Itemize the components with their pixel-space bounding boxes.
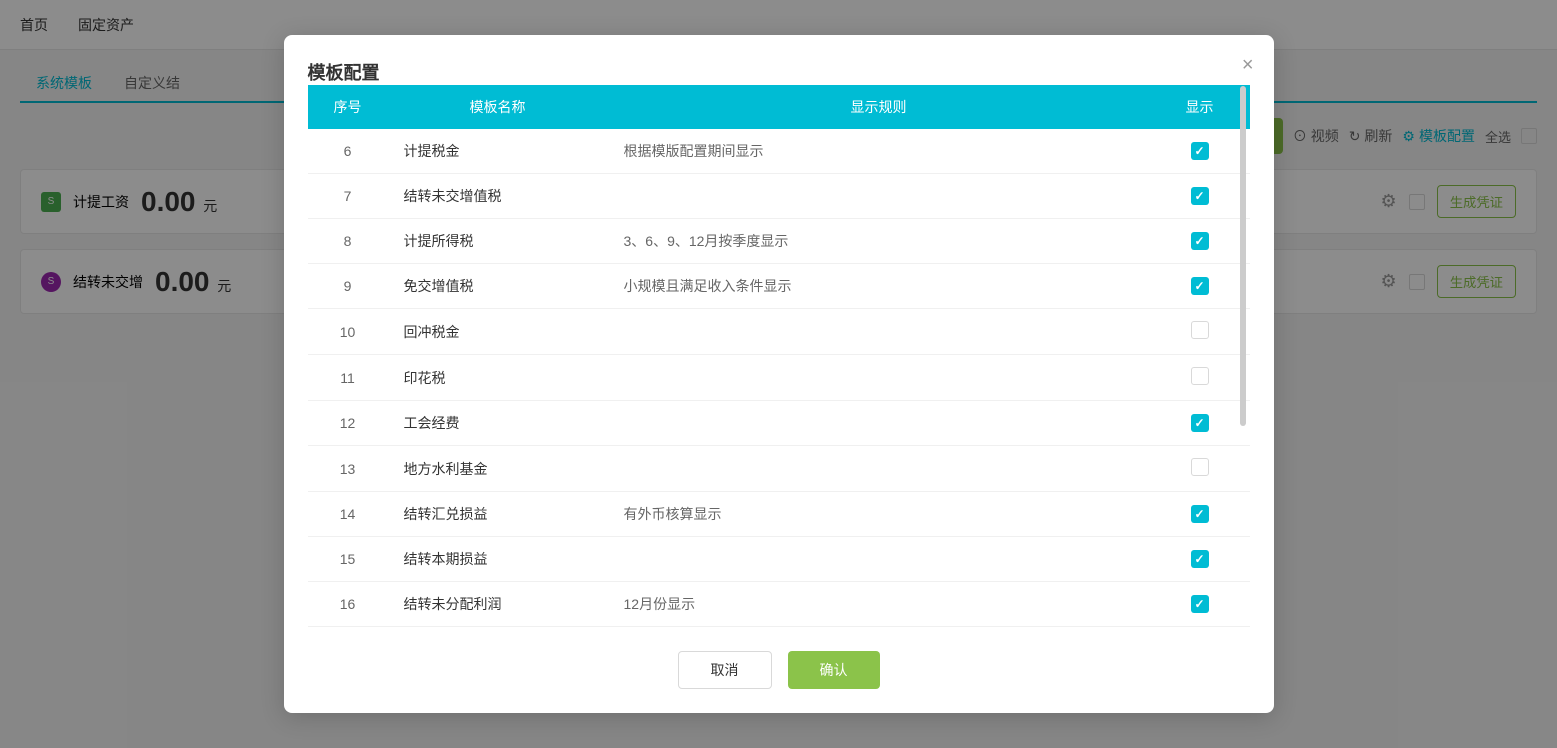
cell-name: 结转本期损益 — [388, 537, 608, 582]
modal-overlay: 模板配置 × 序号 模板名称 显示规则 显示 6计提税金根据模版配置期间显示7结… — [0, 0, 1557, 748]
cell-rule — [608, 355, 1150, 401]
table-row: 7结转未交增值税 — [308, 174, 1250, 219]
scroll-thumb — [1240, 86, 1246, 426]
cell-name: 计提税金 — [388, 129, 608, 174]
cell-id: 10 — [308, 309, 388, 355]
cell-rule — [608, 537, 1150, 582]
table-header-row: 序号 模板名称 显示规则 显示 — [308, 85, 1250, 129]
checkbox-row-12[interactable] — [1191, 414, 1209, 432]
cell-checkbox — [1150, 401, 1250, 446]
table-row: 14结转汇兑损益有外币核算显示 — [308, 492, 1250, 537]
cell-rule — [608, 309, 1150, 355]
table-row: 10回冲税金 — [308, 309, 1250, 355]
modal-close-button[interactable]: × — [1242, 55, 1254, 75]
cell-id: 11 — [308, 355, 388, 401]
cell-rule: 12月份显示 — [608, 582, 1150, 627]
cell-id: 7 — [308, 174, 388, 219]
table-row: 12工会经费 — [308, 401, 1250, 446]
modal-footer: 取消 确认 — [308, 651, 1250, 689]
cell-checkbox — [1150, 582, 1250, 627]
scrollbar[interactable] — [1240, 85, 1246, 651]
cell-name: 结转汇兑损益 — [388, 492, 608, 537]
cell-name: 印花税 — [388, 355, 608, 401]
cell-name: 回冲税金 — [388, 309, 608, 355]
cell-rule — [608, 174, 1150, 219]
table-row: 13地方水利基金 — [308, 446, 1250, 492]
cell-rule: 有外币核算显示 — [608, 492, 1150, 537]
cell-id: 6 — [308, 129, 388, 174]
col-header-rule: 显示规则 — [608, 85, 1150, 129]
table-row: 6计提税金根据模版配置期间显示 — [308, 129, 1250, 174]
cell-name: 免交增值税 — [388, 264, 608, 309]
cell-checkbox — [1150, 355, 1250, 401]
cell-checkbox — [1150, 309, 1250, 355]
col-header-id: 序号 — [308, 85, 388, 129]
config-table: 序号 模板名称 显示规则 显示 6计提税金根据模版配置期间显示7结转未交增值税8… — [308, 85, 1250, 627]
cell-id: 14 — [308, 492, 388, 537]
modal-title: 模板配置 — [308, 63, 380, 83]
cell-rule — [608, 446, 1150, 492]
modal-template-config: 模板配置 × 序号 模板名称 显示规则 显示 6计提税金根据模版配置期间显示7结… — [284, 35, 1274, 713]
cell-name: 结转未交增值税 — [388, 174, 608, 219]
cell-checkbox — [1150, 492, 1250, 537]
cell-rule: 小规模且满足收入条件显示 — [608, 264, 1150, 309]
checkbox-row-13[interactable] — [1191, 458, 1209, 476]
cell-rule — [608, 401, 1150, 446]
table-row: 11印花税 — [308, 355, 1250, 401]
table-wrapper: 序号 模板名称 显示规则 显示 6计提税金根据模版配置期间显示7结转未交增值税8… — [308, 85, 1250, 651]
cell-id: 12 — [308, 401, 388, 446]
cell-name: 计提所得税 — [388, 219, 608, 264]
cell-checkbox — [1150, 129, 1250, 174]
cell-id: 16 — [308, 582, 388, 627]
checkbox-row-6[interactable] — [1191, 142, 1209, 160]
cell-checkbox — [1150, 537, 1250, 582]
confirm-button[interactable]: 确认 — [788, 651, 880, 689]
cell-checkbox — [1150, 219, 1250, 264]
cell-checkbox — [1150, 264, 1250, 309]
cell-name: 结转未分配利润 — [388, 582, 608, 627]
cancel-button[interactable]: 取消 — [678, 651, 772, 689]
cell-id: 15 — [308, 537, 388, 582]
cell-name: 工会经费 — [388, 401, 608, 446]
table-row: 9免交增值税小规模且满足收入条件显示 — [308, 264, 1250, 309]
cell-rule: 根据模版配置期间显示 — [608, 129, 1150, 174]
checkbox-row-9[interactable] — [1191, 277, 1209, 295]
table-row: 8计提所得税3、6、9、12月按季度显示 — [308, 219, 1250, 264]
cell-id: 13 — [308, 446, 388, 492]
cell-checkbox — [1150, 174, 1250, 219]
checkbox-row-14[interactable] — [1191, 505, 1209, 523]
col-header-display: 显示 — [1150, 85, 1250, 129]
cell-checkbox — [1150, 446, 1250, 492]
col-header-name: 模板名称 — [388, 85, 608, 129]
checkbox-row-8[interactable] — [1191, 232, 1209, 250]
checkbox-row-7[interactable] — [1191, 187, 1209, 205]
table-row: 15结转本期损益 — [308, 537, 1250, 582]
cell-id: 8 — [308, 219, 388, 264]
checkbox-row-10[interactable] — [1191, 321, 1209, 339]
cell-rule: 3、6、9、12月按季度显示 — [608, 219, 1150, 264]
checkbox-row-15[interactable] — [1191, 550, 1209, 568]
table-row: 16结转未分配利润12月份显示 — [308, 582, 1250, 627]
cell-name: 地方水利基金 — [388, 446, 608, 492]
cell-id: 9 — [308, 264, 388, 309]
checkbox-row-16[interactable] — [1191, 595, 1209, 613]
checkbox-row-11[interactable] — [1191, 367, 1209, 385]
